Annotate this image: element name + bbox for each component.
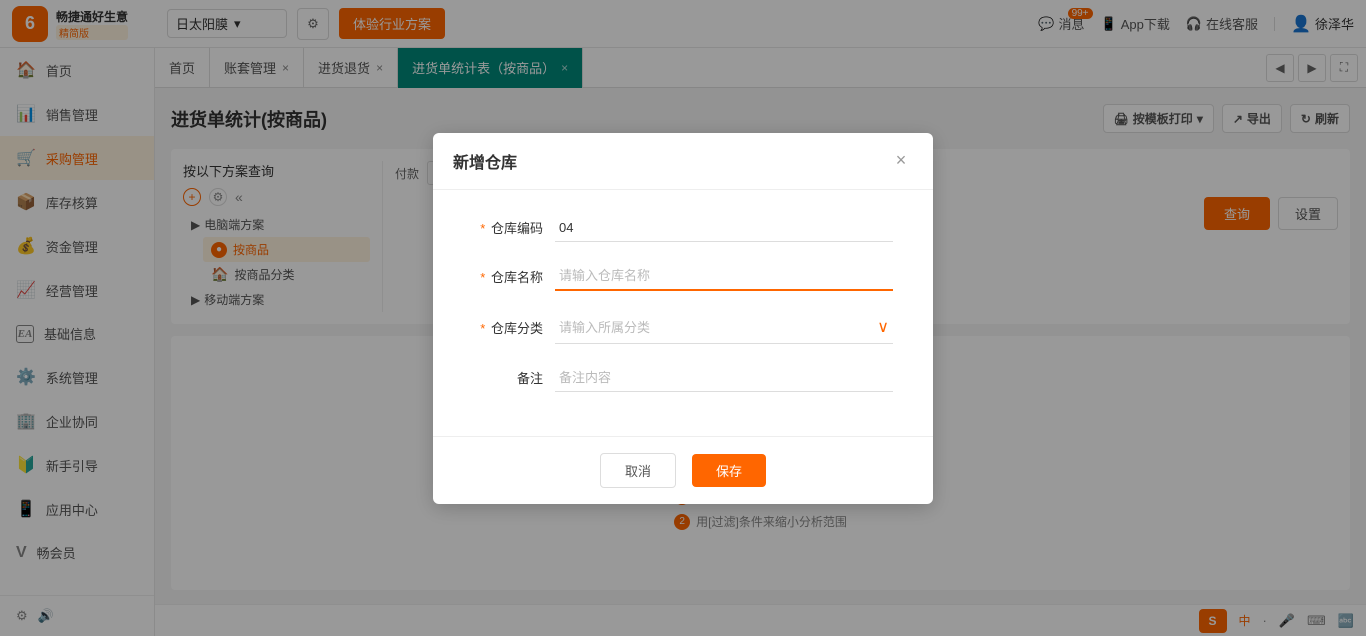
form-row-note: 备注 [473, 364, 893, 392]
chevron-down-icon: ∨ [877, 317, 889, 337]
form-row-code: * 仓库编码 [473, 214, 893, 242]
note-label: 备注 [473, 368, 543, 387]
name-label: * 仓库名称 [473, 267, 543, 286]
modal-overlay[interactable]: 新增仓库 × * 仓库编码 * 仓库名称 [0, 0, 1366, 636]
cancel-button[interactable]: 取消 [600, 453, 676, 488]
save-button[interactable]: 保存 [692, 454, 766, 487]
form-row-category: * 仓库分类 请输入所属分类 ∨ [473, 311, 893, 344]
category-label: * 仓库分类 [473, 318, 543, 337]
modal-footer: 取消 保存 [433, 436, 933, 504]
note-input[interactable] [555, 364, 893, 392]
modal-header: 新增仓库 × [433, 133, 933, 190]
code-input[interactable] [555, 214, 893, 242]
modal-title: 新增仓库 [453, 149, 517, 173]
modal-body: * 仓库编码 * 仓库名称 * 仓库分类 请输入所属 [433, 190, 933, 436]
category-select[interactable]: 请输入所属分类 ∨ [555, 311, 893, 344]
category-placeholder: 请输入所属分类 [559, 317, 650, 336]
modal-close-button[interactable]: × [889, 149, 913, 173]
modal-dialog: 新增仓库 × * 仓库编码 * 仓库名称 [433, 133, 933, 504]
form-row-name: * 仓库名称 [473, 262, 893, 291]
name-input[interactable] [555, 262, 893, 291]
code-label: * 仓库编码 [473, 218, 543, 237]
